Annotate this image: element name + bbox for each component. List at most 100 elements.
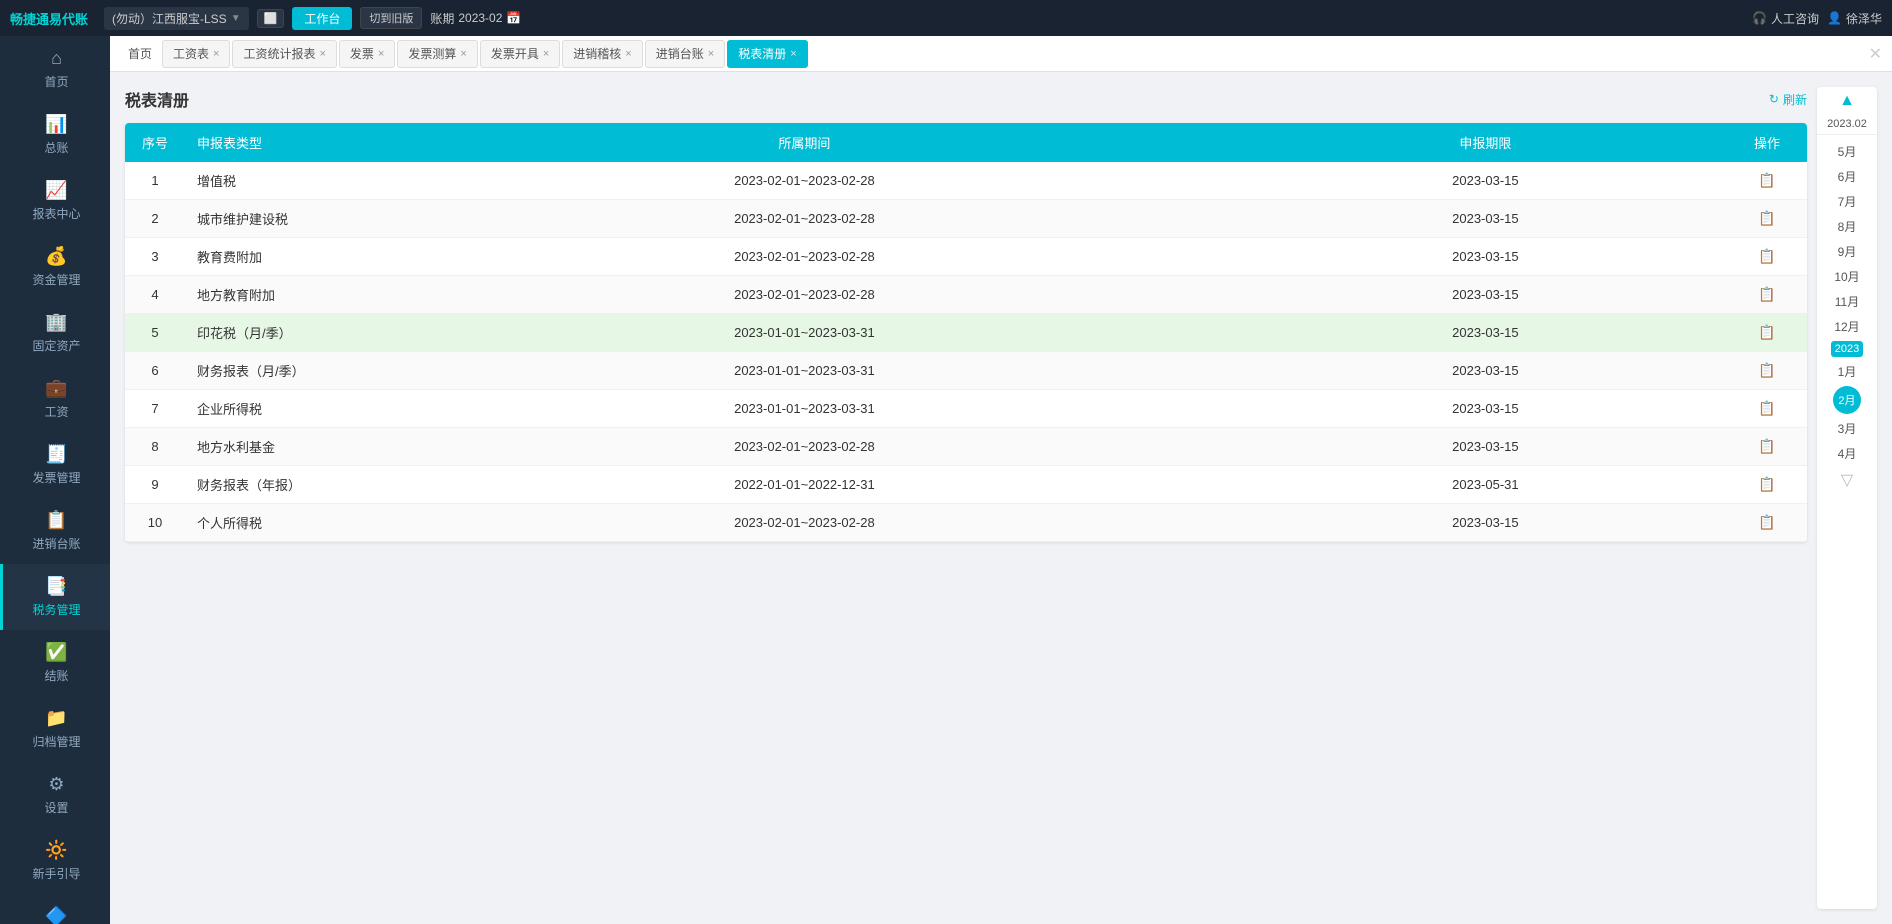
month-item[interactable]: 10月 bbox=[1827, 264, 1867, 289]
cell-action[interactable]: 📋 bbox=[1727, 504, 1807, 542]
tab-close-payroll-table[interactable]: × bbox=[213, 48, 219, 60]
sidebar-item-report-center[interactable]: 📈 报表中心 bbox=[0, 168, 110, 234]
cell-deadline: 2023-03-15 bbox=[1244, 352, 1727, 390]
company-selector[interactable]: (勿动）江西服宝-LSS ▼ bbox=[104, 7, 249, 30]
cell-action[interactable]: 📋 bbox=[1727, 466, 1807, 504]
cell-type: 个人所得税 bbox=[185, 504, 365, 542]
action-icon[interactable]: 📋 bbox=[1758, 476, 1775, 492]
action-icon[interactable]: 📋 bbox=[1758, 210, 1775, 226]
content-area: 首页 工资表 × 工资统计报表 × 发票 × 发票测算 × 发票开具 × bbox=[110, 36, 1892, 924]
tab-close-invoice[interactable]: × bbox=[378, 48, 384, 60]
tab-close-payroll-stats[interactable]: × bbox=[319, 48, 325, 60]
cell-type: 增值税 bbox=[185, 162, 365, 200]
sidebar-item-fixed-assets[interactable]: 🏢 固定资产 bbox=[0, 300, 110, 366]
panel-up-button[interactable]: ▲ bbox=[1839, 92, 1855, 110]
tab-payroll-table[interactable]: 工资表 × bbox=[162, 40, 230, 68]
calendar-icon[interactable]: 📅 bbox=[506, 11, 521, 25]
cell-action[interactable]: 📋 bbox=[1727, 428, 1807, 466]
fund-icon: 💰 bbox=[45, 246, 67, 267]
action-icon[interactable]: 📋 bbox=[1758, 438, 1775, 454]
close-all-tabs-button[interactable]: ✕ bbox=[1869, 44, 1882, 64]
tab-home[interactable]: 首页 bbox=[120, 45, 160, 62]
month-item[interactable]: 12月 bbox=[1827, 314, 1867, 339]
month-item[interactable]: 9月 bbox=[1827, 239, 1867, 264]
cell-deadline: 2023-03-15 bbox=[1244, 314, 1727, 352]
refresh-button[interactable]: ↻ 刷新 bbox=[1769, 91, 1807, 108]
month-item[interactable]: 6月 bbox=[1827, 164, 1867, 189]
sidebar-item-newbie-guide[interactable]: 🔆 新手引导 bbox=[0, 828, 110, 894]
cell-action[interactable]: 📋 bbox=[1727, 314, 1807, 352]
cell-action[interactable]: 📋 bbox=[1727, 238, 1807, 276]
tab-close-purchase-ledger[interactable]: × bbox=[708, 48, 714, 60]
sidebar-item-purchase-ledger[interactable]: 📋 进销台账 bbox=[0, 498, 110, 564]
action-icon[interactable]: 📋 bbox=[1758, 362, 1775, 378]
tab-invoice-open[interactable]: 发票开具 × bbox=[480, 40, 560, 68]
workbench-button[interactable]: 工作台 bbox=[292, 7, 352, 30]
sidebar-item-general-ledger[interactable]: 📊 总账 bbox=[0, 102, 110, 168]
switch-version-button[interactable]: 切到旧版 bbox=[360, 7, 422, 29]
tab-payroll-stats[interactable]: 工资统计报表 × bbox=[232, 40, 336, 68]
cell-action[interactable]: 📋 bbox=[1727, 200, 1807, 238]
cell-action[interactable]: 📋 bbox=[1727, 390, 1807, 428]
tab-tax-clear[interactable]: 税表清册 × bbox=[727, 40, 807, 68]
cell-action[interactable]: 📋 bbox=[1727, 352, 1807, 390]
table-row: 3 教育费附加 2023-02-01~2023-02-28 2023-03-15… bbox=[125, 238, 1807, 276]
month-item[interactable]: 2月 bbox=[1833, 386, 1861, 414]
month-item[interactable]: 5月 bbox=[1827, 139, 1867, 164]
month-item[interactable]: 3月 bbox=[1827, 416, 1867, 441]
table-row: 8 地方水利基金 2023-02-01~2023-02-28 2023-03-1… bbox=[125, 428, 1807, 466]
month-item[interactable]: 7月 bbox=[1827, 189, 1867, 214]
action-icon[interactable]: 📋 bbox=[1758, 400, 1775, 416]
sidebar-item-label: 报表中心 bbox=[32, 205, 80, 222]
sidebar-item-home[interactable]: ⌂ 首页 bbox=[0, 36, 110, 102]
cell-period: 2023-01-01~2023-03-31 bbox=[365, 352, 1244, 390]
tab-purchase-check[interactable]: 进销稽核 × bbox=[562, 40, 642, 68]
sidebar-item-closing[interactable]: ✅ 结账 bbox=[0, 630, 110, 696]
month-item[interactable]: 11月 bbox=[1827, 289, 1867, 314]
sidebar-item-label: 新手引导 bbox=[32, 865, 80, 882]
tab-purchase-ledger[interactable]: 进销台账 × bbox=[645, 40, 725, 68]
action-icon[interactable]: 📋 bbox=[1758, 514, 1775, 530]
member-icon: 🔷 bbox=[45, 906, 67, 924]
month-item[interactable]: 4月 bbox=[1827, 441, 1867, 466]
sidebar-item-payroll[interactable]: 💼 工资 bbox=[0, 366, 110, 432]
action-icon[interactable]: 📋 bbox=[1758, 286, 1775, 302]
cell-no: 6 bbox=[125, 352, 185, 390]
tab-invoice[interactable]: 发票 × bbox=[339, 40, 395, 68]
sidebar-item-invoice-mgmt[interactable]: 🧾 发票管理 bbox=[0, 432, 110, 498]
table-row: 2 城市维护建设税 2023-02-01~2023-02-28 2023-03-… bbox=[125, 200, 1807, 238]
tab-invoice-calc[interactable]: 发票测算 × bbox=[397, 40, 477, 68]
cell-action[interactable]: 📋 bbox=[1727, 162, 1807, 200]
ai-consult[interactable]: 🎧 人工咨询 bbox=[1752, 10, 1819, 27]
sidebar-item-label: 工资 bbox=[44, 403, 68, 420]
invoice-icon: 🧾 bbox=[45, 444, 67, 465]
cell-action[interactable]: 📋 bbox=[1727, 276, 1807, 314]
tab-close-invoice-calc[interactable]: × bbox=[460, 48, 466, 60]
month-item[interactable]: 8月 bbox=[1827, 214, 1867, 239]
tab-close-tax-clear[interactable]: × bbox=[790, 48, 796, 60]
table-row: 5 印花税（月/季） 2023-01-01~2023-03-31 2023-03… bbox=[125, 314, 1807, 352]
sidebar-item-tax-mgmt[interactable]: 📑 税务管理 bbox=[0, 564, 110, 630]
action-icon[interactable]: 📋 bbox=[1758, 324, 1775, 340]
report-icon: 📈 bbox=[45, 180, 67, 201]
sidebar-item-settings[interactable]: ⚙ 设置 bbox=[0, 762, 110, 828]
cell-type: 财务报表（年报） bbox=[185, 466, 365, 504]
action-icon[interactable]: 📋 bbox=[1758, 248, 1775, 264]
tab-close-invoice-open[interactable]: × bbox=[543, 48, 549, 60]
sidebar-item-archive-mgmt[interactable]: 📁 归档管理 bbox=[0, 696, 110, 762]
cell-deadline: 2023-05-31 bbox=[1244, 466, 1727, 504]
sidebar-item-fund-mgmt[interactable]: 💰 资金管理 bbox=[0, 234, 110, 300]
refresh-icon: ↻ bbox=[1769, 92, 1779, 106]
action-icon[interactable]: 📋 bbox=[1758, 172, 1775, 188]
company-name: (勿动）江西服宝-LSS bbox=[112, 10, 227, 27]
cell-period: 2023-02-01~2023-02-28 bbox=[365, 428, 1244, 466]
user-menu[interactable]: 👤 徐泽华 bbox=[1827, 10, 1882, 27]
panel-down-button[interactable]: ▽ bbox=[1841, 470, 1853, 490]
table-row: 9 财务报表（年报） 2022-01-01~2022-12-31 2023-05… bbox=[125, 466, 1807, 504]
month-item[interactable]: 1月 bbox=[1827, 359, 1867, 384]
cell-no: 5 bbox=[125, 314, 185, 352]
copy-button[interactable]: ⬜ bbox=[257, 9, 285, 28]
sidebar-item-member[interactable]: 🔷 畅会员 bbox=[0, 894, 110, 924]
tab-close-purchase-check[interactable]: × bbox=[625, 48, 631, 60]
right-panel: ▲ 2023.02 5月6月7月8月9月10月11月12月20231月2月3月4… bbox=[1817, 87, 1877, 909]
